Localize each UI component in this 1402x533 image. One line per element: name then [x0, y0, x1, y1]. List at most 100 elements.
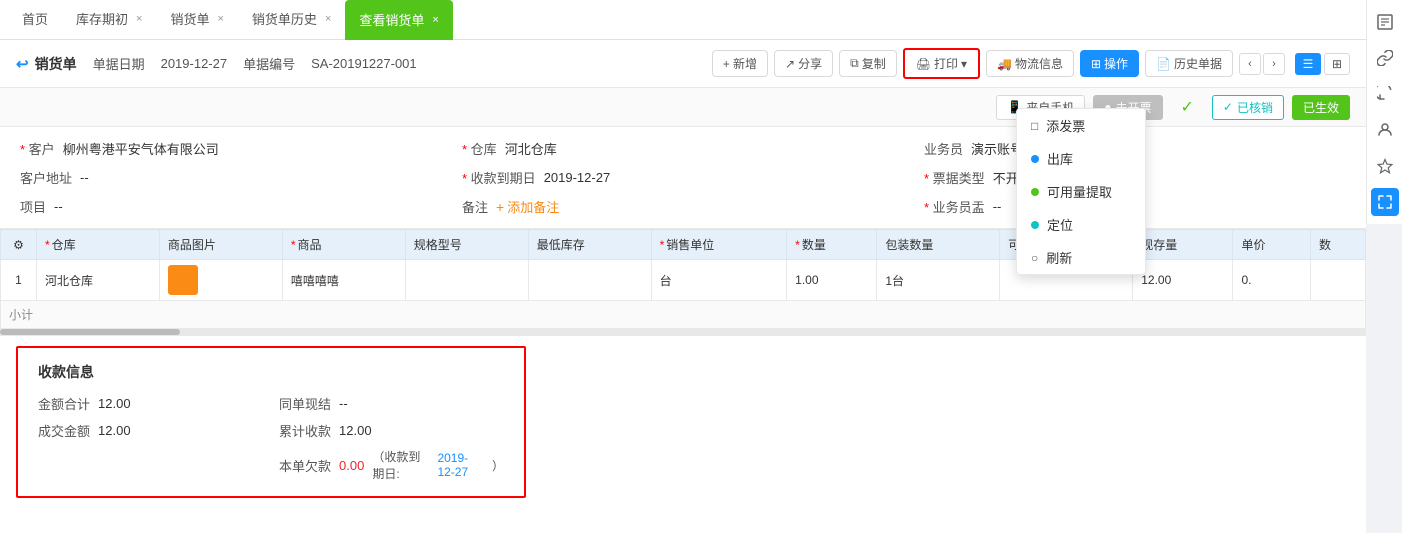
share-icon: ↗ [785, 57, 795, 71]
row-warehouse: 河北仓库 [37, 260, 160, 301]
prev-page-button[interactable]: ‹ [1239, 53, 1261, 75]
current-owed-value: 0.00 [339, 458, 364, 473]
col-pack-qty: 包装数量 [877, 230, 1000, 260]
refresh-item[interactable]: ○ 刷新 [1017, 241, 1145, 274]
row-product: 嘻嘻嘻嘻 [282, 260, 405, 301]
locate-item[interactable]: 定位 [1017, 208, 1145, 241]
address-label: 客户地址 [20, 168, 72, 187]
salesperson-label: 业务员 [904, 139, 963, 158]
transaction-amount-value: 12.00 [98, 423, 131, 438]
edit-sidebar-icon[interactable] [1371, 8, 1399, 36]
sales-rep-label: 业务员盂 [904, 197, 985, 216]
receipt-note: （收款到期日: [372, 448, 429, 482]
row-num: 1 [1, 260, 37, 301]
tab-sales-history[interactable]: 销货单历史 × [238, 0, 345, 40]
receipt-col-left: 金额合计 12.00 成交金额 12.00 [38, 394, 263, 482]
product-thumbnail [168, 265, 198, 295]
note-label: 备注 [462, 197, 488, 216]
invoice-type-label: 票据类型 [904, 168, 985, 187]
customer-field: 客户 柳州粤港平安气体有限公司 [20, 139, 462, 158]
confirm-icon: ✓ [1223, 100, 1233, 114]
row-pack-qty: 1台 [877, 260, 1000, 301]
tab-home[interactable]: 首页 [8, 0, 62, 40]
products-table: ⚙ *仓库 商品图片 *商品 规格型号 最低库存 *销售单位 *数量 包装数量 … [0, 229, 1366, 329]
print-label: 打印 [934, 55, 958, 72]
list-view-button[interactable]: ☰ [1295, 53, 1321, 75]
col-unit-price: 单价 [1233, 230, 1311, 260]
tab-history-close[interactable]: × [325, 13, 331, 25]
tab-sales-order[interactable]: 销货单 × [156, 0, 237, 40]
table-row: 1 河北仓库 嘻嘻嘻嘻 台 1.00 1台 12.00 0. [1, 260, 1366, 301]
history-button[interactable]: 📄 历史单据 [1145, 50, 1233, 77]
expand-sidebar-icon[interactable] [1371, 188, 1399, 216]
total-amount-label: 金额合计 [38, 394, 90, 413]
same-order-label: 同单现结 [279, 394, 331, 413]
receipt-title: 收款信息 [38, 362, 504, 382]
tab-inventory-close[interactable]: × [136, 13, 142, 25]
next-page-button[interactable]: › [1263, 53, 1285, 75]
scroll-indicator [0, 329, 1366, 335]
truck-icon: 🚚 [997, 57, 1012, 71]
cumulative-value: 12.00 [339, 423, 372, 438]
available-qty-label: 可用量提取 [1047, 182, 1112, 201]
tab-view-sales-close[interactable]: × [432, 14, 438, 26]
available-qty-item[interactable]: 可用量提取 [1017, 175, 1145, 208]
transaction-amount-label: 成交金额 [38, 421, 90, 440]
tab-history-label: 销货单历史 [252, 9, 317, 28]
scroll-thumb[interactable] [0, 329, 180, 335]
copy-button[interactable]: ⧉ 复制 [839, 50, 897, 77]
tab-view-sales[interactable]: 查看销货单 × [345, 0, 452, 40]
star-sidebar-icon[interactable] [1371, 152, 1399, 180]
current-owed-label: 本单欠款 [279, 456, 331, 475]
refresh-label: 刷新 [1046, 248, 1072, 267]
date-value: 2019-12-27 [161, 56, 228, 71]
col-extra: 数 [1311, 230, 1366, 260]
project-field: 项目 -- [20, 197, 462, 216]
link-sidebar-icon[interactable] [1371, 44, 1399, 72]
history-label: 历史单据 [1174, 55, 1222, 72]
note-field: 备注 添加备注 [462, 197, 904, 216]
due-date-value: 2019-12-27 [437, 451, 484, 479]
payment-date-value: 2019-12-27 [544, 170, 611, 185]
col-unit: *销售单位 [651, 230, 787, 260]
row-spec [405, 260, 528, 301]
share-button[interactable]: ↗ 分享 [774, 50, 833, 77]
effective-button[interactable]: 已生效 [1292, 95, 1350, 120]
available-qty-dot [1031, 188, 1039, 196]
document-title-text: 销货单 [35, 54, 77, 74]
table-header-row: ⚙ *仓库 商品图片 *商品 规格型号 最低库存 *销售单位 *数量 包装数量 … [1, 230, 1366, 260]
row-product-image [159, 260, 282, 301]
row-current-stock: 12.00 [1133, 260, 1233, 301]
locate-label: 定位 [1047, 215, 1073, 234]
tab-view-sales-label: 查看销货单 [359, 10, 424, 29]
add-invoice-icon: □ [1031, 119, 1038, 133]
add-note-button[interactable]: 添加备注 [496, 197, 559, 216]
new-button[interactable]: + 新增 [712, 50, 768, 77]
payment-date-field: 收款到期日 2019-12-27 [462, 168, 904, 187]
grid-view-button[interactable]: ⊞ [1324, 53, 1350, 75]
customer-label: 客户 [20, 139, 55, 158]
refresh-sidebar-icon[interactable] [1371, 80, 1399, 108]
project-label: 项目 [20, 197, 46, 216]
confirm-button[interactable]: ✓ 已核销 [1212, 95, 1284, 120]
document-header: ↩ 销货单 单据日期 2019-12-27 单据编号 SA-20191227-0… [0, 40, 1366, 88]
same-order-value: -- [339, 396, 348, 411]
user-sidebar-icon[interactable] [1371, 116, 1399, 144]
copy-icon: ⧉ [850, 56, 859, 71]
add-invoice-item[interactable]: □ 添发票 [1017, 109, 1145, 142]
logistics-button[interactable]: 🚚 物流信息 [986, 50, 1074, 77]
operation-button[interactable]: ⊞ 操作 [1080, 50, 1139, 77]
share-label: 分享 [798, 55, 822, 72]
tab-inventory-init[interactable]: 库存期初 × [62, 0, 156, 40]
print-button[interactable]: 🖨 打印 ▾ [906, 51, 977, 76]
col-spec: 规格型号 [405, 230, 528, 260]
products-table-wrapper: ⚙ *仓库 商品图片 *商品 规格型号 最低库存 *销售单位 *数量 包装数量 … [0, 229, 1366, 336]
tab-sales-close[interactable]: × [217, 13, 223, 25]
operation-label: 操作 [1104, 55, 1128, 72]
check-icon-button[interactable]: ✓ [1171, 94, 1204, 120]
grid-icon: ⊞ [1091, 57, 1101, 71]
out-warehouse-item[interactable]: 出库 [1017, 142, 1145, 175]
effective-label: 已生效 [1303, 99, 1339, 116]
total-amount-value: 12.00 [98, 396, 131, 411]
number-value: SA-20191227-001 [311, 56, 417, 71]
